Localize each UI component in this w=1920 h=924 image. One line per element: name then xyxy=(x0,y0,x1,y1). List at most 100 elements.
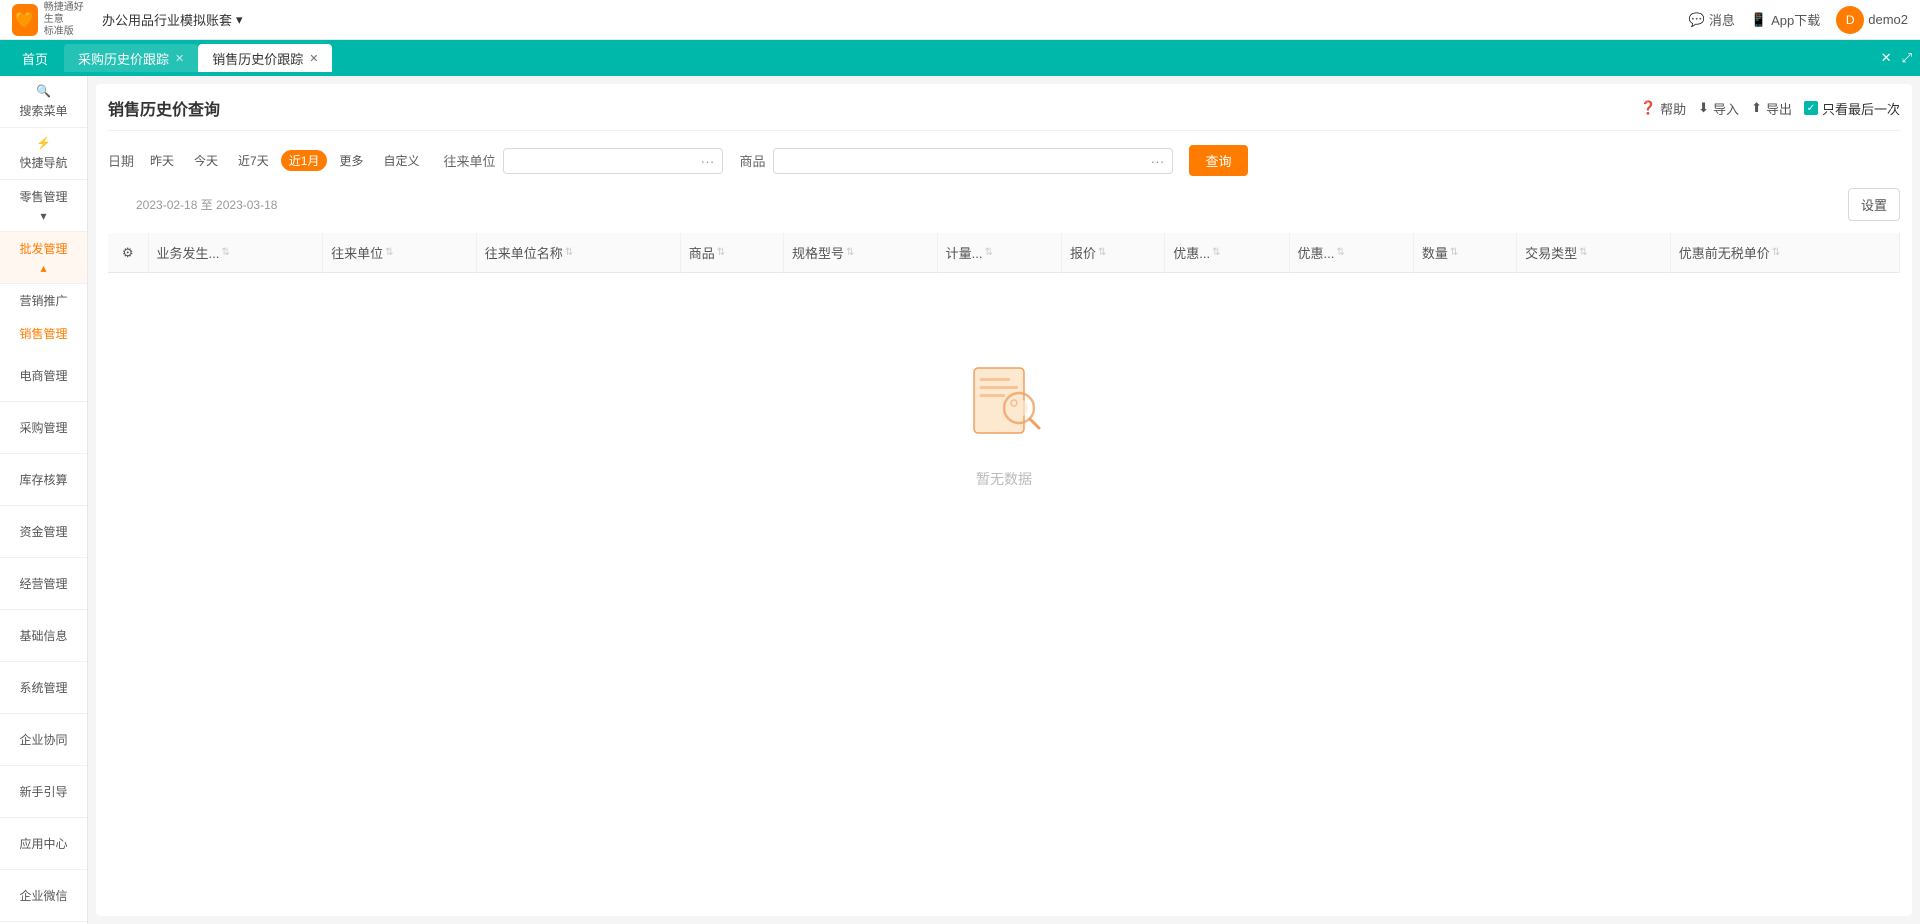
col-unit[interactable]: 计量... ⇅ xyxy=(937,233,1061,273)
tab-sales-history[interactable]: 销售历史价跟踪 ✕ xyxy=(198,44,332,72)
help-btn[interactable]: ❓ 帮助 xyxy=(1640,99,1686,118)
sort-icon-trade-type: ⇅ xyxy=(1579,247,1587,258)
sidebar-sub-marketing[interactable]: 营销推广 xyxy=(0,284,87,317)
tab-bar: 首页 采购历史价跟踪 ✕ 销售历史价跟踪 ✕ ✕ ⤢ xyxy=(0,40,1920,76)
import-icon: ⬇ xyxy=(1698,100,1709,116)
col-quote-price[interactable]: 报价 ⇅ xyxy=(1061,233,1164,273)
user-menu[interactable]: D demo2 xyxy=(1836,6,1908,34)
sidebar-sub-wholesale: 营销推广 销售管理 xyxy=(0,284,87,350)
checkbox-icon: ✓ xyxy=(1804,101,1818,115)
data-table: ⚙ 业务发生... ⇅ 往来单位 ⇅ xyxy=(108,233,1900,273)
sidebar-item-basic-info[interactable]: 基础信息 xyxy=(0,610,87,662)
sidebar-item-new-guide[interactable]: 新手引导 xyxy=(0,766,87,818)
partner-input-dots: ··· xyxy=(700,153,714,169)
goods-input[interactable]: ··· xyxy=(773,148,1173,174)
date-chip-today[interactable]: 今天 xyxy=(186,150,226,171)
tab-home[interactable]: 首页 xyxy=(8,44,62,72)
filter-second-row: 2023-02-18 至 2023-03-18 设置 xyxy=(108,188,1900,221)
partner-filter-group: 往来单位 ··· xyxy=(443,148,723,174)
empty-illustration xyxy=(954,353,1054,453)
date-chip-1month[interactable]: 近1月 xyxy=(281,150,328,171)
sidebar-item-system-mgmt[interactable]: 系统管理 xyxy=(0,662,87,714)
col-trade-type[interactable]: 交易类型 ⇅ xyxy=(1517,233,1671,273)
header-right: 💬 消息 📱 App下载 D demo2 xyxy=(1689,6,1908,34)
empty-text: 暂无数据 xyxy=(976,469,1032,489)
import-btn[interactable]: ⬇ 导入 xyxy=(1698,99,1739,118)
wholesale-arrow-icon: ▴ xyxy=(40,261,46,275)
col-pre-discount-price[interactable]: 优惠前无税单价 ⇅ xyxy=(1670,233,1899,273)
tab-bar-actions: ✕ ⤢ xyxy=(1881,50,1912,66)
goods-input-dots: ··· xyxy=(1150,153,1164,169)
col-settings[interactable]: ⚙ xyxy=(108,233,148,273)
col-discount1[interactable]: 优惠... ⇅ xyxy=(1165,233,1289,273)
date-label: 日期 xyxy=(108,151,134,170)
partner-input[interactable]: ··· xyxy=(503,148,723,174)
sidebar-item-wholesale-mgmt[interactable]: 批发管理 ▴ xyxy=(0,232,87,284)
sidebar-item-operation-mgmt[interactable]: 经营管理 xyxy=(0,558,87,610)
header-bar: 🧡 畅捷通好生意 标准版 办公用品行业模拟账套 ▾ 💬 消息 📱 App下载 D… xyxy=(0,0,1920,40)
only-last-checkbox[interactable]: ✓ 只看最后一次 xyxy=(1804,99,1900,118)
goods-label: 商品 xyxy=(739,151,765,170)
col-biz-date[interactable]: 业务发生... ⇅ xyxy=(148,233,323,273)
date-range-text: 2023-02-18 至 2023-03-18 xyxy=(136,196,277,213)
logo-icon: 🧡 xyxy=(12,4,38,36)
date-chip-more[interactable]: 更多 xyxy=(331,150,371,171)
close-window-btn[interactable]: ✕ xyxy=(1881,50,1892,66)
empty-state: 暂无数据 xyxy=(108,273,1900,569)
sidebar: 🔍 搜索菜单 ⚡ 快捷导航 零售管理 ▾ 批发管理 ▴ 营销推广 销售管理 电商… xyxy=(0,76,88,924)
sort-icon-partner-code: ⇅ xyxy=(385,247,393,258)
sidebar-item-enterprise-agreement[interactable]: 企业协同 xyxy=(0,714,87,766)
sidebar-item-ecommerce-mgmt[interactable]: 电商管理 xyxy=(0,350,87,402)
maximize-btn[interactable]: ⤢ xyxy=(1902,50,1912,66)
sort-icon-quote-price: ⇅ xyxy=(1098,247,1106,258)
sort-icon-goods: ⇅ xyxy=(717,247,725,258)
tab-purchase-history[interactable]: 采购历史价跟踪 ✕ xyxy=(64,44,198,72)
logo-text: 畅捷通好生意 标准版 xyxy=(44,2,92,38)
message-btn[interactable]: 💬 消息 xyxy=(1689,10,1735,29)
header-left: 🧡 畅捷通好生意 标准版 办公用品行业模拟账套 ▾ xyxy=(12,2,243,38)
sidebar-item-purchase-mgmt[interactable]: 采购管理 xyxy=(0,402,87,454)
sidebar-item-inventory-check[interactable]: 库存核算 xyxy=(0,454,87,506)
sort-icon-discount2: ⇅ xyxy=(1336,247,1344,258)
app-download-btn[interactable]: 📱 App下载 xyxy=(1751,10,1820,29)
col-partner-code[interactable]: 往来单位 ⇅ xyxy=(323,233,477,273)
col-discount2[interactable]: 优惠... ⇅ xyxy=(1289,233,1413,273)
table-header-row: ⚙ 业务发生... ⇅ 往来单位 ⇅ xyxy=(108,233,1900,273)
sort-icon-partner-name: ⇅ xyxy=(565,247,573,258)
sidebar-item-finance-mgmt[interactable]: 资金管理 xyxy=(0,506,87,558)
help-icon: ❓ xyxy=(1640,100,1656,116)
table-header: ⚙ 业务发生... ⇅ 往来单位 ⇅ xyxy=(108,233,1900,273)
col-partner-name[interactable]: 往来单位名称 ⇅ xyxy=(476,233,680,273)
sidebar-item-retail-mgmt[interactable]: 零售管理 ▾ xyxy=(0,180,87,232)
sidebar-sub-sales-mgmt[interactable]: 销售管理 xyxy=(0,317,87,350)
tab-sales-history-close[interactable]: ✕ xyxy=(309,52,318,65)
filter-row: 日期 昨天 今天 近7天 近1月 更多 自定义 往来单位 ··· xyxy=(108,145,1900,176)
sort-icon-spec: ⇅ xyxy=(846,247,854,258)
col-quantity[interactable]: 数量 ⇅ xyxy=(1413,233,1516,273)
sidebar-item-enterprise-wechat[interactable]: 企业微信 xyxy=(0,870,87,922)
sort-icon-discount1: ⇅ xyxy=(1212,247,1220,258)
main-layout: 🔍 搜索菜单 ⚡ 快捷导航 零售管理 ▾ 批发管理 ▴ 营销推广 销售管理 电商… xyxy=(0,76,1920,924)
sidebar-item-quick-nav[interactable]: ⚡ 快捷导航 xyxy=(0,128,87,180)
sidebar-item-search-menu[interactable]: 🔍 搜索菜单 xyxy=(0,76,87,128)
col-spec[interactable]: 规格型号 ⇅ xyxy=(784,233,938,273)
date-chip-7days[interactable]: 近7天 xyxy=(230,150,277,171)
date-chip-custom[interactable]: 自定义 xyxy=(375,150,427,171)
settings-button[interactable]: 设置 xyxy=(1848,188,1900,221)
sort-icon-quantity: ⇅ xyxy=(1450,247,1458,258)
page-title: 销售历史价查询 xyxy=(108,96,220,120)
app-icon: 📱 xyxy=(1751,12,1767,28)
sort-icon-unit: ⇅ xyxy=(985,247,993,258)
col-goods[interactable]: 商品 ⇅ xyxy=(680,233,783,273)
date-chip-yesterday[interactable]: 昨天 xyxy=(142,150,182,171)
workspace-selector[interactable]: 办公用品行业模拟账套 ▾ xyxy=(102,10,243,29)
search-menu-icon: 🔍 xyxy=(36,84,51,98)
tab-purchase-history-close[interactable]: ✕ xyxy=(175,52,184,65)
sidebar-item-app-center[interactable]: 应用中心 xyxy=(0,818,87,870)
retail-arrow-icon: ▾ xyxy=(40,209,46,223)
logo-area: 🧡 畅捷通好生意 标准版 xyxy=(12,2,92,38)
search-button[interactable]: 查询 xyxy=(1189,145,1247,176)
export-btn[interactable]: ⬆ 导出 xyxy=(1751,99,1792,118)
partner-label: 往来单位 xyxy=(443,151,495,170)
avatar: D xyxy=(1836,6,1864,34)
